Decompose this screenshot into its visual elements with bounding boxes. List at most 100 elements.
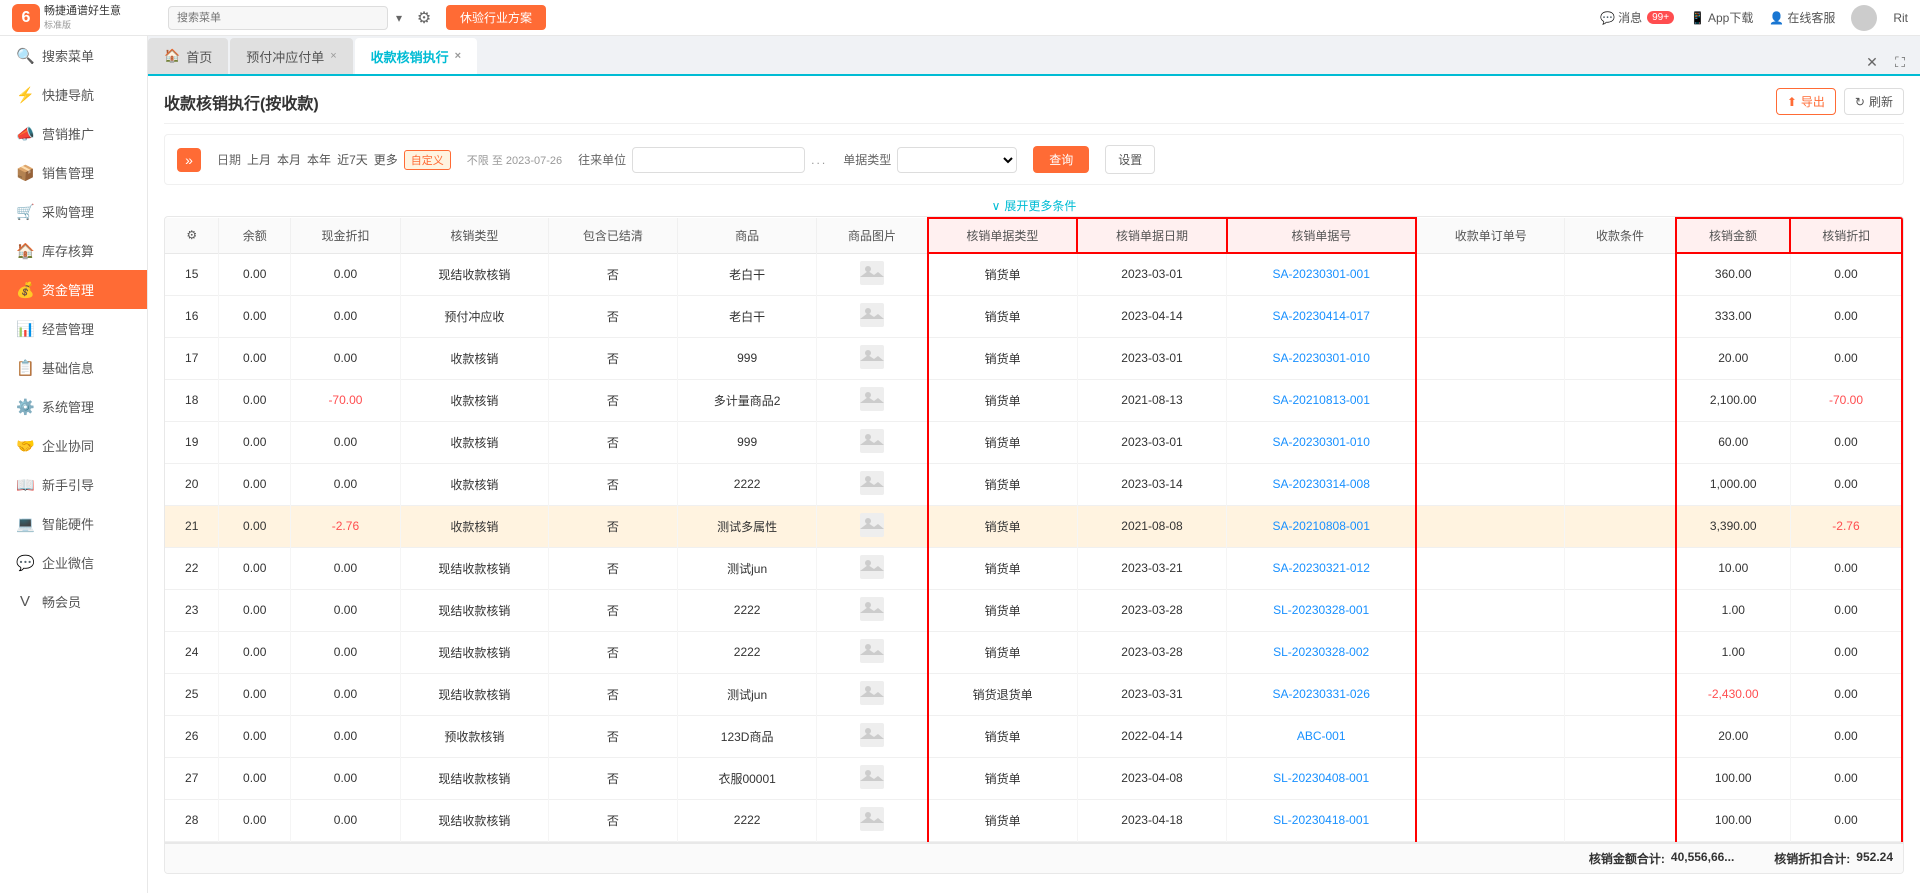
bill-no-link[interactable]: SL-20230328-002	[1273, 645, 1369, 659]
bill-type-select[interactable]	[897, 147, 1017, 173]
sidebar-item-sales[interactable]: 📦 销售管理	[0, 153, 147, 192]
bill-no-link[interactable]: SA-20230321-012	[1272, 561, 1369, 575]
bill-no-link[interactable]: SA-20230331-026	[1272, 687, 1369, 701]
cell-balance: 0.00	[219, 757, 291, 799]
bill-no-link[interactable]: SA-20210813-001	[1272, 393, 1369, 407]
date-more[interactable]: 更多	[374, 151, 398, 168]
bill-no-link[interactable]: SA-20230414-017	[1272, 309, 1369, 323]
query-btn[interactable]: 查询	[1033, 146, 1089, 173]
cell-bill-date: 2023-03-01	[1077, 421, 1227, 463]
bill-no-link[interactable]: SL-20230328-001	[1273, 603, 1369, 617]
expand-bar[interactable]: ∨ 展开更多条件	[164, 193, 1904, 216]
date-label: 日期	[217, 151, 241, 168]
sidebar-item-member[interactable]: V 畅会员	[0, 582, 147, 621]
settings-btn[interactable]: 设置	[1105, 145, 1155, 174]
bill-no-link[interactable]: SA-20230301-001	[1272, 267, 1369, 281]
cell-product: 测试多属性	[677, 505, 817, 547]
sidebar-item-finance[interactable]: 💰 资金管理	[0, 270, 147, 309]
tab-prepayment[interactable]: 预付冲应付单 ×	[230, 38, 352, 74]
sidebar-item-quicknav[interactable]: ⚡ 快捷导航	[0, 75, 147, 114]
table-row: 25 0.00 0.00 现结收款核销 否 测试jun 销货退货单 2023-0…	[165, 673, 1902, 715]
tab-fullscreen-btn[interactable]: ⛶	[1888, 50, 1912, 74]
sidebar-item-guide[interactable]: 📖 新手引导	[0, 465, 147, 504]
bill-no-link[interactable]: SA-20230301-010	[1272, 351, 1369, 365]
tab-prepayment-close[interactable]: ×	[330, 50, 336, 62]
company-input[interactable]	[632, 147, 805, 173]
cell-bill-report-type: 销货单	[928, 757, 1078, 799]
cell-receipt-condition	[1565, 631, 1676, 673]
date-custom-btn[interactable]: 自定义	[404, 150, 451, 170]
bill-no-link[interactable]: SL-20230418-001	[1273, 813, 1369, 827]
refresh-btn[interactable]: ↻ 刷新	[1844, 88, 1904, 115]
cell-verify-amount: 20.00	[1676, 337, 1791, 379]
cell-bill-report-type: 销货单	[928, 337, 1078, 379]
tab-close-btn[interactable]: ✕	[1860, 50, 1884, 74]
bill-no-link[interactable]: SA-20230314-008	[1272, 477, 1369, 491]
cell-include-settled: 否	[548, 421, 677, 463]
tab-verify-close[interactable]: ×	[455, 50, 461, 62]
cell-balance: 0.00	[219, 337, 291, 379]
filter-bar: » 日期 上月 本月 本年 近7天 更多 自定义 不限 至 2023-07-26…	[164, 134, 1904, 185]
sidebar-item-system[interactable]: ⚙️ 系统管理	[0, 387, 147, 426]
cell-bill-date: 2021-08-13	[1077, 379, 1227, 421]
sidebar-item-management[interactable]: 📊 经营管理	[0, 309, 147, 348]
cell-no: 22	[165, 547, 219, 589]
filter-toggle-btn[interactable]: »	[177, 148, 201, 172]
cell-bill-date: 2023-03-14	[1077, 463, 1227, 505]
tab-home[interactable]: 🏠 首页	[148, 38, 228, 74]
cell-bill-date: 2021-08-08	[1077, 505, 1227, 547]
search-input[interactable]	[168, 6, 388, 30]
industry-btn[interactable]: 休验行业方案	[446, 5, 546, 30]
bill-no-link[interactable]: SA-20210808-001	[1272, 519, 1369, 533]
nav-dropdown[interactable]: ▾	[396, 11, 402, 25]
purchase-icon: 🛒	[16, 203, 34, 221]
cell-product-image	[817, 253, 928, 295]
sidebar-item-marketing[interactable]: 📣 营销推广	[0, 114, 147, 153]
col-settings-header[interactable]: ⚙	[165, 218, 219, 253]
sidebar-item-base[interactable]: 📋 基础信息	[0, 348, 147, 387]
cell-balance: 0.00	[219, 673, 291, 715]
export-btn[interactable]: ⬆ 导出	[1776, 88, 1836, 115]
cell-cash-discount: 0.00	[291, 589, 401, 631]
cell-no: 26	[165, 715, 219, 757]
cell-bill-date: 2023-03-31	[1077, 673, 1227, 715]
date-this-year[interactable]: 本年	[307, 151, 331, 168]
cell-product: 123D商品	[677, 715, 817, 757]
date-last-month[interactable]: 上月	[247, 151, 271, 168]
sidebar-item-inventory[interactable]: 🏠 库存核算	[0, 231, 147, 270]
cell-cash-discount: -70.00	[291, 379, 401, 421]
cell-no: 28	[165, 799, 219, 841]
cell-product-image	[817, 337, 928, 379]
sidebar-item-collab[interactable]: 🤝 企业协同	[0, 426, 147, 465]
sidebar-item-purchase[interactable]: 🛒 采购管理	[0, 192, 147, 231]
date-this-month[interactable]: 本月	[277, 151, 301, 168]
settings-icon[interactable]: ⚙	[410, 4, 438, 32]
cell-bill-no: SL-20230328-001	[1227, 589, 1416, 631]
app-download-label: App下载	[1708, 9, 1753, 26]
sidebar-item-hardware[interactable]: 💻 智能硬件	[0, 504, 147, 543]
cell-verify-type: 收款核销	[400, 505, 548, 547]
sidebar-item-search[interactable]: 🔍 搜索菜单	[0, 36, 147, 75]
online-service-btn[interactable]: 👤 在线客服	[1769, 9, 1835, 26]
message-btn[interactable]: 💬 消息 99+	[1600, 9, 1674, 26]
bill-no-link[interactable]: SL-20230408-001	[1273, 771, 1369, 785]
layout: 🔍 搜索菜单 ⚡ 快捷导航 📣 营销推广 📦 销售管理 🛒 采购管理 🏠 库存核…	[0, 36, 1920, 893]
bill-no-link[interactable]: SA-20230301-010	[1272, 435, 1369, 449]
cell-bill-no: SL-20230408-001	[1227, 757, 1416, 799]
company-more-btn[interactable]: ...	[811, 153, 827, 167]
app-download-btn[interactable]: 📱 App下载	[1690, 9, 1753, 26]
avatar[interactable]	[1851, 5, 1877, 31]
table-settings-icon[interactable]: ⚙	[186, 228, 197, 242]
verify-amount-total-value: 40,556,66...	[1671, 850, 1734, 867]
sidebar-item-wechat[interactable]: 💬 企业微信	[0, 543, 147, 582]
tab-verify[interactable]: 收款核销执行 ×	[355, 38, 477, 74]
col-bill-report-type-header: 核销单据类型	[928, 218, 1078, 253]
cell-bill-report-type: 销货单	[928, 631, 1078, 673]
cell-receipt-order-no	[1416, 463, 1565, 505]
cell-bill-no: SA-20230301-010	[1227, 337, 1416, 379]
tab-bar: 🏠 首页 预付冲应付单 × 收款核销执行 × ✕ ⛶	[148, 36, 1920, 76]
bill-no-link[interactable]: ABC-001	[1297, 729, 1346, 743]
cell-cash-discount: 0.00	[291, 757, 401, 799]
date-7days[interactable]: 近7天	[337, 151, 368, 168]
cell-cash-discount: 0.00	[291, 799, 401, 841]
